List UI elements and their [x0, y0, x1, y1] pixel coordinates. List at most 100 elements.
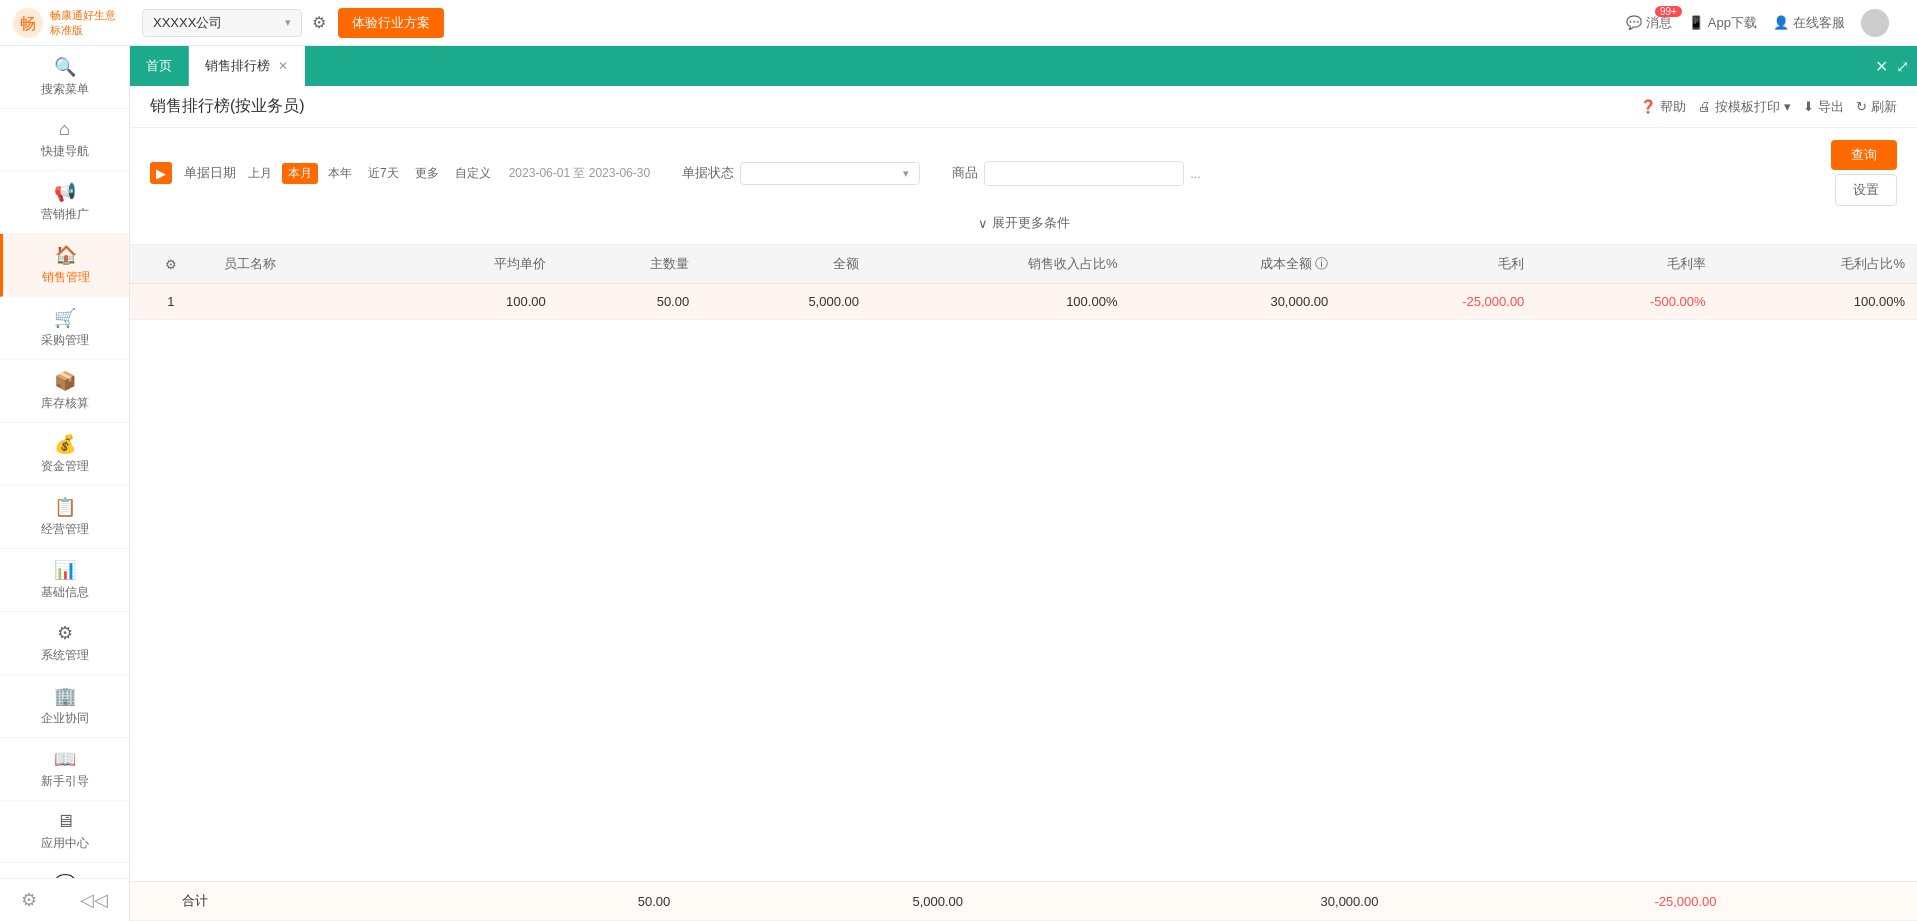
tab-sales-ranking[interactable]: 销售排行榜 ✕	[189, 46, 305, 86]
sidebar-item-sales[interactable]: 🏠 销售管理	[0, 234, 129, 297]
expand-conditions-button[interactable]: ∨ 展开更多条件	[978, 214, 1070, 232]
sidebar-item-wechat[interactable]: 💬 企业微信	[0, 863, 129, 878]
export-icon: ⬇	[1803, 99, 1814, 114]
inventory-icon: 📦	[54, 370, 76, 392]
sidebar-item-appstore[interactable]: 🖥 应用中心	[0, 801, 129, 863]
footer-revenue-ratio-empty	[975, 882, 1069, 921]
footer-amount: 5,000.00	[682, 882, 975, 921]
query-button[interactable]: 查询	[1831, 140, 1897, 170]
last-7days-btn[interactable]: 近7天	[362, 163, 405, 184]
current-year-btn[interactable]: 本年	[322, 163, 358, 184]
footer-gross-ratio-empty	[1823, 882, 1917, 921]
message-button[interactable]: 💬 消息 99+	[1626, 14, 1672, 32]
custom-date-btn[interactable]: 自定义	[449, 163, 497, 184]
refresh-icon: ↻	[1856, 99, 1867, 114]
sidebar-item-operations[interactable]: 📋 经营管理	[0, 486, 129, 549]
sidebar-menu: 🔍 搜索菜单 ⌂ 快捷导航 📢 营销推广 🏠 销售管理 🛒 采购管理	[0, 46, 129, 878]
online-service-button[interactable]: 👤 在线客服	[1773, 14, 1845, 32]
sidebar-item-basic[interactable]: 📊 基础信息	[0, 549, 129, 612]
basic-icon: 📊	[54, 559, 76, 581]
cell-gross-rate: -500.00%	[1536, 284, 1717, 320]
home-icon: ⌂	[59, 119, 70, 140]
tab-bar-actions: ✕ ⤢	[1875, 57, 1917, 76]
sidebar-bottom: ⚙ ◁◁	[0, 878, 129, 921]
message-badge: 99+	[1655, 6, 1682, 17]
page-title: 销售排行榜(按业务员)	[150, 96, 1640, 117]
sidebar-settings-button[interactable]: ⚙	[21, 889, 37, 911]
cell-revenue-ratio: 100.00%	[871, 284, 1129, 320]
filter-expand-icon[interactable]: ▶	[150, 162, 172, 184]
sidebar-item-enterprise[interactable]: 🏢 企业协同	[0, 675, 129, 738]
sidebar-item-guide[interactable]: 📖 新手引导	[0, 738, 129, 801]
column-settings-icon[interactable]: ⚙	[130, 245, 212, 284]
sidebar-item-quicknav[interactable]: ⌂ 快捷导航	[0, 109, 129, 171]
cell-avg-price: 100.00	[385, 284, 558, 320]
data-table: ⚙ 员工名称 平均单价 主数量 全额 销售收入占比% 成本全额 ⓘ 毛利 毛利率…	[130, 245, 1917, 320]
footer-gross: -25,000.00	[1390, 882, 1728, 921]
tab-bar: 首页 销售排行榜 ✕ ✕ ⤢	[130, 46, 1917, 86]
help-button[interactable]: ❓ 帮助	[1640, 98, 1686, 116]
print-icon: 🖨	[1698, 99, 1711, 114]
date-range-display: 2023-06-01 至 2023-06-30	[509, 165, 650, 182]
cell-employee	[212, 284, 385, 320]
enterprise-icon: 🏢	[54, 685, 76, 707]
tab-close-button[interactable]: ✕	[278, 59, 288, 73]
sidebar-item-search[interactable]: 🔍 搜索菜单	[0, 46, 129, 109]
col-revenue-ratio: 销售收入占比%	[871, 245, 1129, 284]
company-selector[interactable]: XXXXX公司 ▾	[142, 9, 302, 37]
col-employee: 员工名称	[212, 245, 385, 284]
date-filter-label: 单据日期	[184, 164, 236, 182]
date-filter: 单据日期 上月 本月 本年 近7天 更多 自定义	[184, 163, 497, 184]
col-cost: 成本全额 ⓘ	[1129, 245, 1340, 284]
date-buttons: 上月 本月 本年 近7天 更多 自定义	[242, 163, 497, 184]
export-button[interactable]: ⬇ 导出	[1803, 98, 1844, 116]
sidebar-collapse-button[interactable]: ◁◁	[80, 889, 108, 911]
sidebar-item-marketing[interactable]: 📢 营销推广	[0, 171, 129, 234]
page-header: 销售排行榜(按业务员) ❓ 帮助 🖨 按模板打印 ▾ ⬇ 导出	[130, 86, 1917, 128]
tab-home[interactable]: 首页	[130, 46, 189, 86]
more-filters-ellipsis[interactable]: ...	[1190, 166, 1201, 181]
goods-input[interactable]	[984, 161, 1184, 186]
footer-empty-rank	[130, 882, 170, 921]
status-filter: 单据状态 ▾	[682, 162, 920, 185]
system-icon: ⚙	[57, 622, 73, 644]
refresh-button[interactable]: ↻ 刷新	[1856, 98, 1897, 116]
sidebar-item-inventory[interactable]: 📦 库存核算	[0, 360, 129, 423]
operations-icon: 📋	[54, 496, 76, 518]
table-area: ⚙ 员工名称 平均单价 主数量 全额 销售收入占比% 成本全额 ⓘ 毛利 毛利率…	[130, 245, 1917, 881]
industry-button[interactable]: 体验行业方案	[338, 8, 444, 38]
table-body: 1 100.00 50.00 5,000.00 100.00% 30,000.0…	[130, 284, 1917, 320]
col-gross: 毛利	[1340, 245, 1536, 284]
status-select[interactable]: ▾	[740, 162, 920, 185]
table-header: ⚙ 员工名称 平均单价 主数量 全额 销售收入占比% 成本全额 ⓘ 毛利 毛利率…	[130, 245, 1917, 284]
cell-rank: 1	[130, 284, 212, 320]
footer-avg-price-empty	[366, 882, 460, 921]
tab-expand-button[interactable]: ⤢	[1896, 57, 1909, 76]
more-dates-btn[interactable]: 更多	[409, 163, 445, 184]
logo-icon: 畅	[12, 7, 44, 39]
chevron-down-icon: ∨	[978, 216, 988, 231]
last-month-btn[interactable]: 上月	[242, 163, 278, 184]
cell-gross-ratio: 100.00%	[1718, 284, 1917, 320]
status-label: 单据状态	[682, 164, 734, 182]
app-download-button[interactable]: 📱 App下载	[1688, 14, 1757, 32]
template-print-button[interactable]: 🖨 按模板打印 ▾	[1698, 98, 1791, 116]
filter-row: ▶ 单据日期 上月 本月 本年 近7天 更多 自定义 2023-06	[150, 140, 1897, 206]
company-name: XXXXX公司	[153, 14, 279, 32]
top-bar-right: 💬 消息 99+ 📱 App下载 👤 在线客服	[1626, 9, 1905, 37]
sidebar-item-system[interactable]: ⚙ 系统管理	[0, 612, 129, 675]
col-avg-price: 平均单价	[385, 245, 558, 284]
logo-text: 畅康通好生意 标准版	[50, 8, 116, 37]
sidebar-item-finance[interactable]: 💰 资金管理	[0, 423, 129, 486]
cell-amount: 5,000.00	[701, 284, 871, 320]
sidebar-item-purchase[interactable]: 🛒 采购管理	[0, 297, 129, 360]
current-month-btn[interactable]: 本月	[282, 163, 318, 184]
settings-gear-button[interactable]: ⚙	[312, 13, 326, 32]
tab-close-all-button[interactable]: ✕	[1875, 57, 1888, 76]
avatar[interactable]	[1861, 9, 1889, 37]
status-chevron-icon: ▾	[903, 167, 909, 180]
cell-gross: -25,000.00	[1340, 284, 1536, 320]
search-icon: 🔍	[54, 56, 76, 78]
filter-settings-button[interactable]: 设置	[1835, 174, 1897, 206]
footer-table: 合计 50.00 5,000.00 30,000.00 -25,000.00	[130, 882, 1917, 921]
